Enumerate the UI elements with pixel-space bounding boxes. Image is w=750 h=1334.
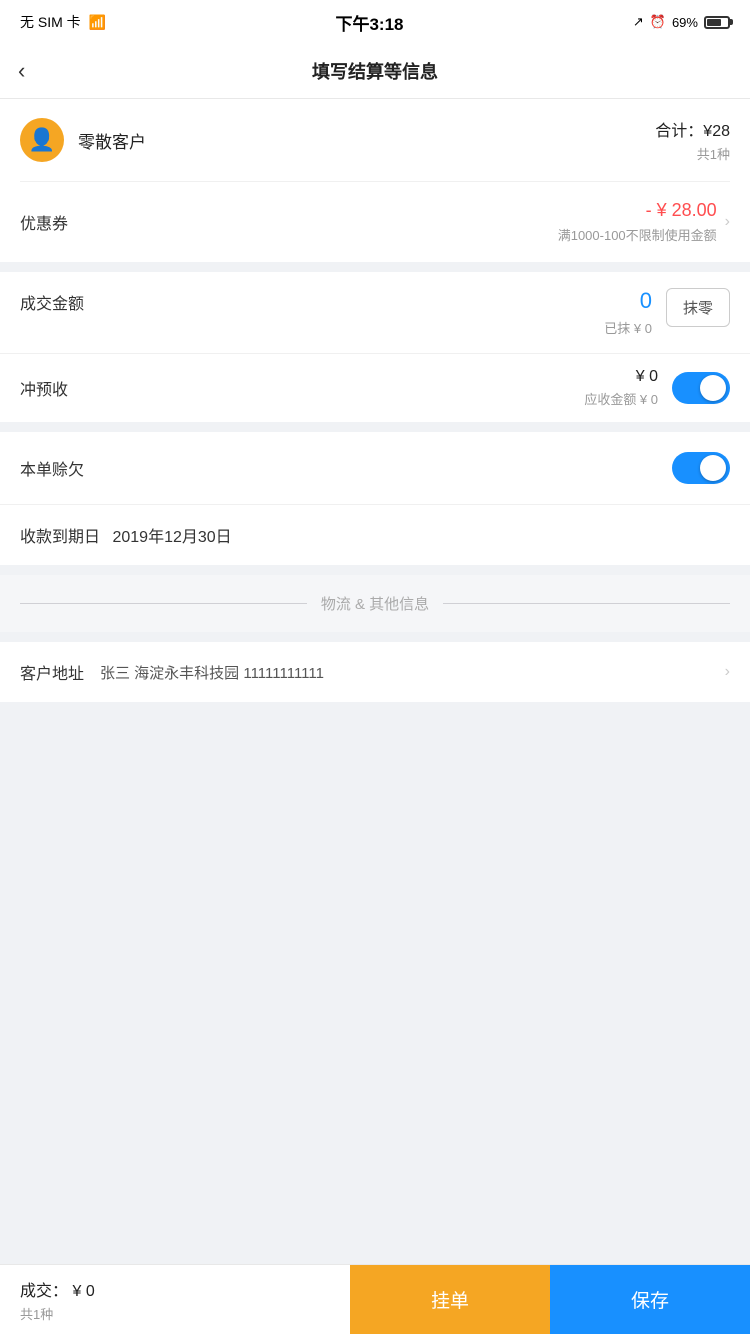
address-card: 客户地址 张三 海淀永丰科技园 11111111111 ›: [0, 642, 750, 702]
customer-name: 零散客户: [78, 128, 146, 153]
hang-button[interactable]: 挂单: [350, 1265, 550, 1334]
page-title: 填写结算等信息: [312, 58, 438, 84]
battery-percent: 69%: [672, 15, 698, 30]
deal-label: 成交：: [20, 1283, 68, 1300]
coupon-row[interactable]: 优惠券 - ¥ 28.00 满1000-100不限制使用金额 ›: [0, 182, 750, 262]
customer-avatar: 👤: [20, 118, 64, 162]
amount-right: 0 已抹 ¥ 0 抹零: [604, 288, 730, 337]
date-label: 收款到期日: [20, 529, 100, 546]
logistics-divider: 物流 & 其他信息: [0, 575, 750, 632]
debt-card: 本单赊欠 收款到期日 2019年12月30日: [0, 432, 750, 565]
date-row[interactable]: 收款到期日 2019年12月30日: [0, 504, 750, 565]
bottom-deal: 成交： ¥ 0: [20, 1277, 330, 1301]
amount-info: 0 已抹 ¥ 0: [604, 288, 652, 337]
address-label: 客户地址: [20, 660, 84, 684]
prepay-row: 冲预收 ¥ 0 应收金额 ¥ 0: [0, 353, 750, 422]
nav-bar: ‹ 填写结算等信息: [0, 44, 750, 99]
alarm-icon: ⏰: [650, 14, 666, 30]
content-area: 👤 零散客户 合计：¥28 共1种 优惠券 - ¥ 28.00 满1000-10…: [0, 99, 750, 912]
save-button[interactable]: 保存: [550, 1265, 750, 1334]
prepay-label: 冲预收: [20, 376, 68, 400]
status-bar: 无 SIM 卡 📶 下午3:18 ↗ ⏰ 69%: [0, 0, 750, 44]
logistics-line-right: [443, 603, 730, 604]
coupon-info: - ¥ 28.00 满1000-100不限制使用金额: [558, 200, 717, 244]
prepay-right: ¥ 0 应收金额 ¥ 0: [584, 368, 730, 408]
coupon-description: 满1000-100不限制使用金额: [558, 225, 717, 244]
wifi-icon: 📶: [89, 14, 106, 31]
avatar-icon: 👤: [28, 127, 55, 153]
coupon-label: 优惠券: [20, 210, 68, 234]
location-icon: ↗: [633, 14, 644, 30]
battery-icon: [704, 16, 730, 29]
status-right: ↗ ⏰ 69%: [633, 14, 730, 30]
address-value: 张三 海淀永丰科技园 11111111111: [100, 662, 725, 683]
bottom-bar: 成交： ¥ 0 共1种 挂单 保存: [0, 1264, 750, 1334]
deal-value: ¥ 0: [72, 1283, 94, 1300]
bottom-count: 共1种: [20, 1304, 330, 1323]
no-sim-text: 无 SIM 卡: [20, 12, 81, 32]
prepay-sub: 应收金额 ¥ 0: [584, 389, 658, 408]
content-spacer: [0, 712, 750, 912]
prepay-amount: ¥ 0 应收金额 ¥ 0: [584, 368, 658, 408]
logistics-section: 物流 & 其他信息: [0, 575, 750, 632]
coupon-discount: - ¥ 28.00: [558, 200, 717, 221]
customer-right: 合计：¥28 共1种: [655, 117, 730, 163]
debt-row: 本单赊欠: [0, 432, 750, 504]
logistics-line-left: [20, 603, 307, 604]
transaction-card: 成交金额 0 已抹 ¥ 0 抹零 冲预收 ¥ 0 应收金额 ¥ 0: [0, 272, 750, 422]
status-left: 无 SIM 卡 📶: [20, 12, 106, 32]
amount-value[interactable]: 0: [604, 288, 652, 314]
back-button[interactable]: ‹: [18, 58, 25, 84]
coupon-right: - ¥ 28.00 满1000-100不限制使用金额 ›: [558, 200, 730, 244]
debt-toggle-knob: [700, 455, 726, 481]
prepay-value: ¥ 0: [584, 368, 658, 386]
amount-row: 成交金额 0 已抹 ¥ 0 抹零: [0, 272, 750, 353]
amount-sub: 已抹 ¥ 0: [604, 318, 652, 337]
customer-card: 👤 零散客户 合计：¥28 共1种 优惠券 - ¥ 28.00 满1000-10…: [0, 99, 750, 262]
address-row[interactable]: 客户地址 张三 海淀永丰科技园 11111111111 ›: [0, 642, 750, 702]
customer-count: 共1种: [655, 144, 730, 163]
bottom-info: 成交： ¥ 0 共1种: [0, 1265, 350, 1334]
logistics-text: 物流 & 其他信息: [321, 593, 429, 614]
status-time: 下午3:18: [335, 10, 403, 35]
debt-toggle[interactable]: [672, 452, 730, 484]
debt-label: 本单赊欠: [20, 456, 84, 480]
round-button[interactable]: 抹零: [666, 288, 730, 327]
amount-label: 成交金额: [20, 288, 84, 314]
address-chevron-icon: ›: [725, 663, 730, 681]
chevron-right-icon: ›: [725, 213, 730, 231]
prepay-toggle[interactable]: [672, 372, 730, 404]
customer-row: 👤 零散客户 合计：¥28 共1种: [0, 99, 750, 181]
date-value: 2019年12月30日: [112, 529, 231, 546]
customer-left: 👤 零散客户: [20, 118, 146, 162]
toggle-knob: [700, 375, 726, 401]
customer-total: 合计：¥28: [655, 117, 730, 141]
